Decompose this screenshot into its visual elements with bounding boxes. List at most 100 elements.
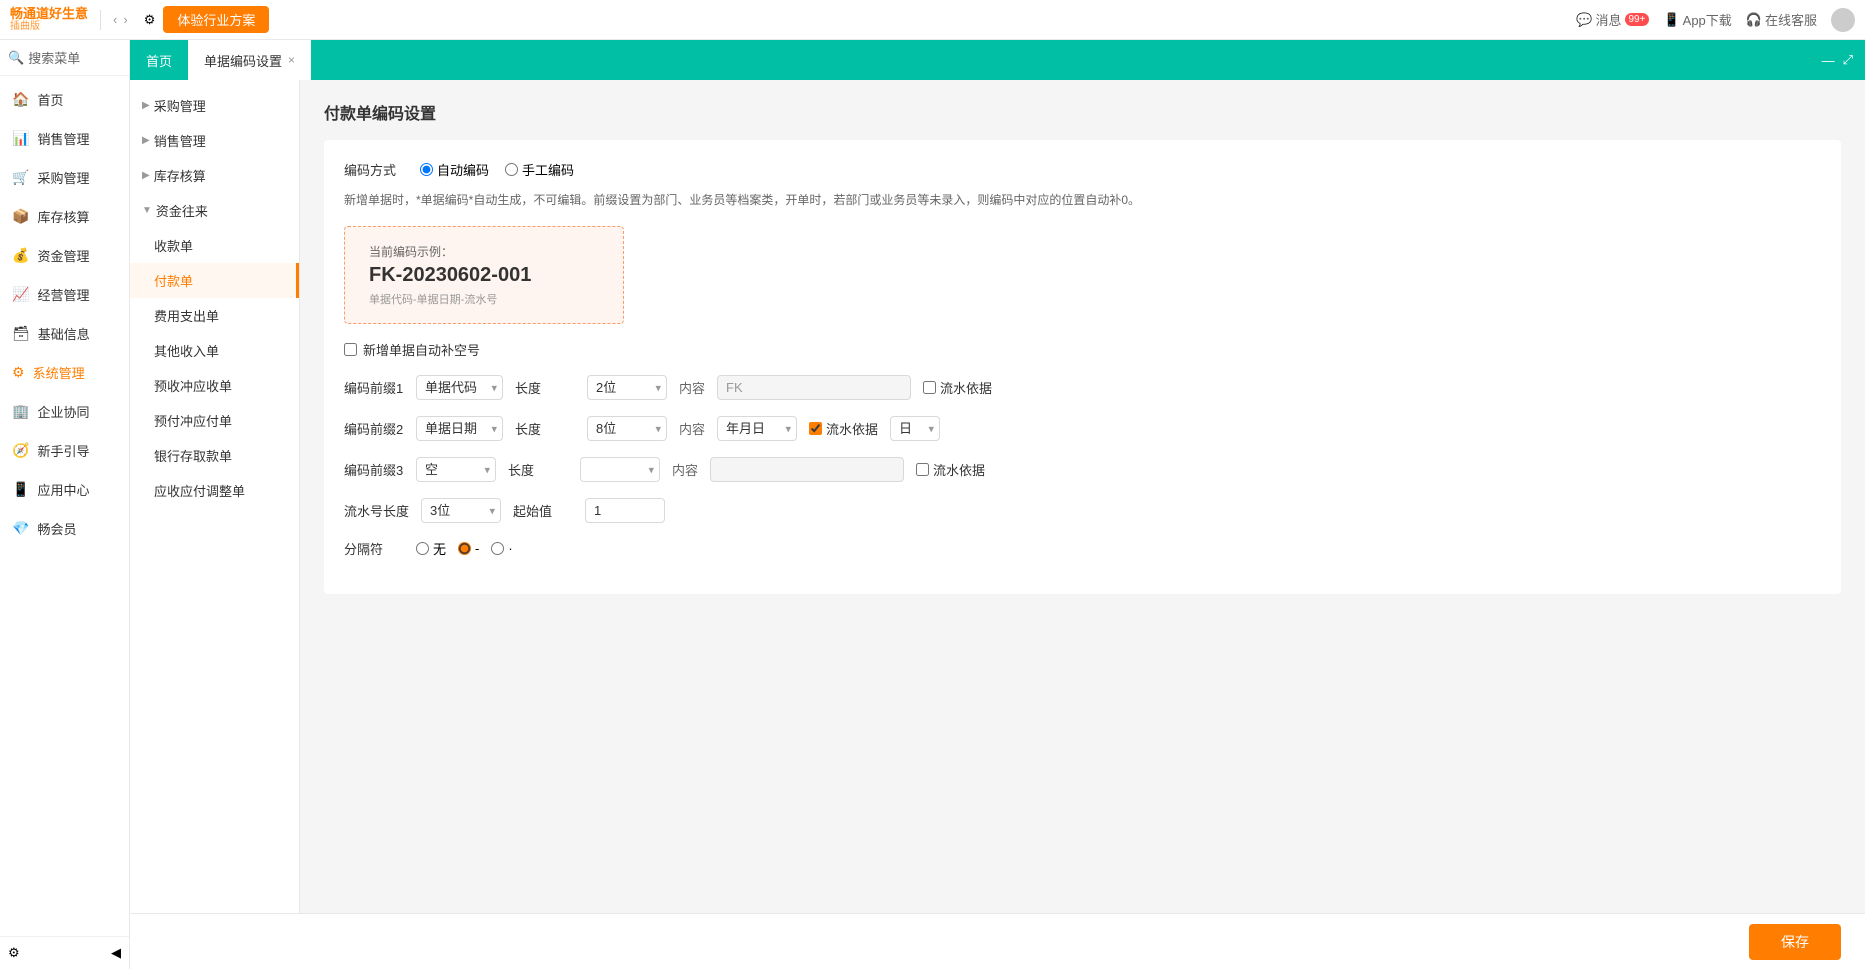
sidebar-item-finance[interactable]: 💰 资金管理 bbox=[0, 236, 129, 275]
sidebar-item-apps[interactable]: 📱 应用中心 bbox=[0, 470, 129, 509]
tab-expand-icon[interactable]: ⤢ bbox=[1843, 52, 1853, 68]
messages-button[interactable]: 💬 消息 99+ bbox=[1576, 10, 1649, 29]
topbar-nav-arrows[interactable]: ‹ › bbox=[113, 12, 128, 27]
page-layout: ▶ 采购管理 ▶ 销售管理 ▶ 库存核算 bbox=[130, 80, 1865, 913]
topbar-divider bbox=[100, 10, 101, 30]
auto-fill-checkbox[interactable] bbox=[344, 343, 357, 356]
submenu-item-prepayment-ar[interactable]: 预收冲应收单 bbox=[130, 368, 299, 403]
separator-dot2-option[interactable]: · bbox=[491, 541, 512, 556]
prefix3-content-input[interactable] bbox=[710, 457, 904, 482]
search-icon: 🔍 bbox=[8, 50, 24, 66]
prefix2-select[interactable]: 单据日期 bbox=[416, 416, 503, 441]
avatar[interactable] bbox=[1831, 8, 1855, 32]
prefix2-serial-value-select[interactable]: 日 bbox=[890, 416, 940, 441]
sidebar-search-btn[interactable]: 🔍 搜索菜单 bbox=[8, 48, 80, 67]
separator-dot-radio[interactable] bbox=[458, 542, 471, 555]
tab-minimize-icon[interactable]: — bbox=[1822, 53, 1835, 68]
prefix2-length-label: 长度 bbox=[515, 419, 575, 438]
submenu-group-finance-title[interactable]: ▼ 资金往来 bbox=[130, 193, 299, 228]
manual-encode-radio[interactable] bbox=[505, 163, 518, 176]
submenu-item-receipt[interactable]: 收款单 bbox=[130, 228, 299, 263]
submenu-group-purchase-title[interactable]: ▶ 采购管理 bbox=[130, 88, 299, 123]
prefix2-content-select[interactable]: 年月日 bbox=[717, 416, 797, 441]
submenu-item-expense[interactable]: 费用支出单 bbox=[130, 298, 299, 333]
prefix2-length-select[interactable]: 8位 bbox=[587, 416, 667, 441]
prefix1-length-select[interactable]: 2位 bbox=[587, 375, 667, 400]
submenu-group-sales-title[interactable]: ▶ 销售管理 bbox=[130, 123, 299, 158]
sidebar-collapse-icon[interactable]: ◀ bbox=[111, 945, 121, 961]
prefix1-serial-label: 流水依据 bbox=[940, 378, 992, 397]
prefix1-content-input[interactable] bbox=[717, 375, 911, 400]
manual-encode-option[interactable]: 手工编码 bbox=[505, 160, 574, 179]
download-button[interactable]: 📱 App下载 bbox=[1663, 10, 1731, 29]
auto-fill-row: 新增单据自动补空号 bbox=[344, 340, 1821, 359]
submenu-group-inventory-title[interactable]: ▶ 库存核算 bbox=[130, 158, 299, 193]
auto-encode-radio[interactable] bbox=[420, 163, 433, 176]
prefix1-serial-checkbox[interactable] bbox=[923, 381, 936, 394]
main-layout: 🔍 搜索菜单 🏠 首页 📊 销售管理 🛒 采购管理 📦 库存核算 💰 bbox=[0, 40, 1865, 969]
tab-close-icon[interactable]: × bbox=[288, 53, 295, 67]
trial-button[interactable]: 体验行业方案 bbox=[163, 6, 269, 33]
prefix3-serial-checkbox[interactable] bbox=[916, 463, 929, 476]
guide-icon: 🧭 bbox=[12, 442, 29, 459]
sub-menu: ▶ 采购管理 ▶ 销售管理 ▶ 库存核算 bbox=[130, 80, 300, 913]
serial-length-select[interactable]: 3位 bbox=[421, 498, 501, 523]
prefix1-label: 编码前缀1 bbox=[344, 378, 404, 397]
prefix2-serial-checkbox[interactable] bbox=[809, 422, 822, 435]
prefix1-row: 编码前缀1 单据代码 长度 2位 内容 bbox=[344, 375, 1821, 400]
start-value-input[interactable] bbox=[585, 498, 665, 523]
headset-icon: 🎧 bbox=[1746, 12, 1762, 28]
sidebar-nav: 🏠 首页 📊 销售管理 🛒 采购管理 📦 库存核算 💰 资金管理 📈 经 bbox=[0, 76, 129, 936]
prefix1-serial-check: 流水依据 bbox=[923, 378, 992, 397]
separator-row: 分隔符 无 - · bbox=[344, 539, 1821, 558]
prefix3-select[interactable]: 空 bbox=[416, 457, 496, 482]
prefix2-serial-label: 流水依据 bbox=[826, 419, 878, 438]
submenu-item-other-income[interactable]: 其他收入单 bbox=[130, 333, 299, 368]
home-icon: 🏠 bbox=[12, 91, 29, 108]
prefix3-serial-label: 流水依据 bbox=[933, 460, 985, 479]
arrow-down-icon: ▼ bbox=[142, 205, 152, 216]
separator-none-option[interactable]: 无 bbox=[416, 539, 446, 558]
tab-home[interactable]: 首页 bbox=[130, 40, 188, 80]
sidebar-item-operation[interactable]: 📈 经营管理 bbox=[0, 275, 129, 314]
download-icon: 📱 bbox=[1663, 12, 1679, 28]
prefix3-select-wrapper: 空 bbox=[416, 457, 496, 482]
arrow-right-icon: ▶ bbox=[142, 170, 150, 181]
submenu-group-inventory: ▶ 库存核算 bbox=[130, 158, 299, 193]
submenu-item-adjustment[interactable]: 应收应付调整单 bbox=[130, 473, 299, 508]
sidebar-item-enterprise[interactable]: 🏢 企业协同 bbox=[0, 392, 129, 431]
separator-dot2-radio[interactable] bbox=[491, 542, 504, 555]
prefix3-label: 编码前缀3 bbox=[344, 460, 404, 479]
code-preview-sub: 单据代码-单据日期-流水号 bbox=[369, 291, 599, 307]
sidebar-item-home[interactable]: 🏠 首页 bbox=[0, 80, 129, 119]
separator-label: 分隔符 bbox=[344, 539, 404, 558]
separator-dot-option[interactable]: - bbox=[458, 541, 479, 556]
encode-method-row: 编码方式 自动编码 手工编码 bbox=[344, 160, 1821, 179]
sidebar-settings-icon[interactable]: ⚙ bbox=[8, 945, 20, 961]
tab-encode-settings[interactable]: 单据编码设置 × bbox=[188, 40, 311, 80]
settings-card: 编码方式 自动编码 手工编码 新增单据时，*单据编码*自动生成，不可编辑。前缀设… bbox=[324, 140, 1841, 594]
message-icon: 💬 bbox=[1576, 12, 1592, 28]
sidebar-item-sales[interactable]: 📊 销售管理 bbox=[0, 119, 129, 158]
sidebar-item-inventory[interactable]: 📦 库存核算 bbox=[0, 197, 129, 236]
serial-length-label: 流水号长度 bbox=[344, 501, 409, 520]
submenu-item-payment[interactable]: 付款单 bbox=[130, 263, 299, 298]
sidebar-item-system[interactable]: ⚙ 系统管理 bbox=[0, 353, 129, 392]
sidebar-top: 🔍 搜索菜单 bbox=[0, 40, 129, 76]
separator-none-radio[interactable] bbox=[416, 542, 429, 555]
auto-encode-option[interactable]: 自动编码 bbox=[420, 160, 489, 179]
sidebar-item-purchase[interactable]: 🛒 采购管理 bbox=[0, 158, 129, 197]
save-button[interactable]: 保存 bbox=[1749, 924, 1841, 960]
prefix2-content-select-wrapper: 年月日 bbox=[717, 416, 797, 441]
online-service-button[interactable]: 🎧 在线客服 bbox=[1746, 10, 1817, 29]
prefix3-length-select[interactable] bbox=[580, 457, 660, 482]
sidebar-item-member[interactable]: 💎 畅会员 bbox=[0, 509, 129, 548]
submenu-item-prepayment-ap[interactable]: 预付冲应付单 bbox=[130, 403, 299, 438]
submenu-item-bank-deposit[interactable]: 银行存取款单 bbox=[130, 438, 299, 473]
apps-icon: 📱 bbox=[12, 481, 29, 498]
topbar-settings-icon[interactable]: ⚙ bbox=[144, 12, 156, 28]
sidebar-item-guide[interactable]: 🧭 新手引导 bbox=[0, 431, 129, 470]
prefix1-select[interactable]: 单据代码 bbox=[416, 375, 503, 400]
sidebar-item-basic[interactable]: 🗃 基础信息 bbox=[0, 314, 129, 353]
member-icon: 💎 bbox=[12, 520, 29, 537]
